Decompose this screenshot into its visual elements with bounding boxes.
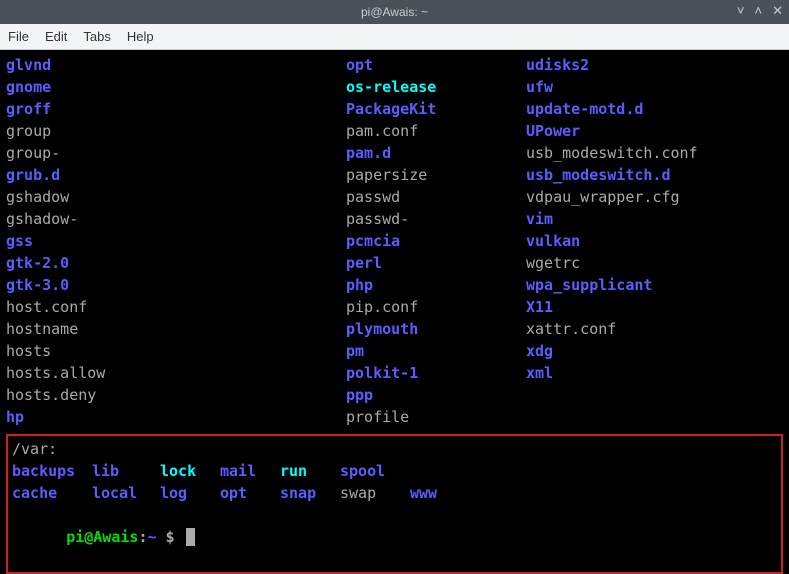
window-title-bar: pi@Awais: ~ ˅ ˄ ✕ [0, 0, 789, 24]
ls-entry: xattr.conf [526, 318, 783, 340]
ls-entry: gshadow- [6, 208, 346, 230]
ls-entry: plymouth [346, 318, 526, 340]
ls-entry [526, 406, 783, 428]
var-entry: www [410, 482, 437, 504]
menu-help[interactable]: Help [127, 29, 154, 44]
ls-entry: glvnd [6, 54, 346, 76]
ls-entry: pip.conf [346, 296, 526, 318]
ls-entry: polkit-1 [346, 362, 526, 384]
var-row-2: cachelocallogoptsnapswapwww [12, 482, 777, 504]
ls-entry: group [6, 120, 346, 142]
maximize-icon[interactable]: ˄ [755, 3, 763, 19]
var-entry: cache [12, 482, 92, 504]
window-title: pi@Awais: ~ [361, 5, 428, 19]
ls-entry: perl [346, 252, 526, 274]
var-entry: local [92, 482, 160, 504]
var-entry: snap [280, 482, 340, 504]
var-entry: run [280, 460, 340, 482]
menu-bar: File Edit Tabs Help [0, 24, 789, 50]
var-highlight-box: /var: backupsliblockmailrunspool cachelo… [6, 434, 783, 574]
ls-entry: udisks2 [526, 54, 783, 76]
ls-entry: wgetrc [526, 252, 783, 274]
ls-entry: hostname [6, 318, 346, 340]
var-entry: swap [340, 482, 410, 504]
ls-entry: group- [6, 142, 346, 164]
terminal-output[interactable]: glvndoptudisks2gnomeos-releaseufwgroffPa… [0, 50, 789, 550]
prompt-path: ~ [147, 528, 156, 546]
ls-entry: os-release [346, 76, 526, 98]
ls-entry: gss [6, 230, 346, 252]
ls-entry: papersize [346, 164, 526, 186]
var-entry: lock [160, 460, 220, 482]
ls-entry: pam.conf [346, 120, 526, 142]
ls-entry: opt [346, 54, 526, 76]
ls-entry: profile [346, 406, 526, 428]
ls-entry: vim [526, 208, 783, 230]
ls-entry: pam.d [346, 142, 526, 164]
ls-entry: wpa_supplicant [526, 274, 783, 296]
ls-entry: ufw [526, 76, 783, 98]
ls-entry: hosts.deny [6, 384, 346, 406]
ls-entry: hosts [6, 340, 346, 362]
var-entry: mail [220, 460, 280, 482]
ls-entry: usb_modeswitch.d [526, 164, 783, 186]
ls-entry: usb_modeswitch.conf [526, 142, 783, 164]
ls-entry: hp [6, 406, 346, 428]
var-entry: spool [340, 460, 410, 482]
window-controls: ˅ ˄ ✕ [737, 3, 783, 19]
prompt-user: pi@Awais [66, 528, 138, 546]
ls-entry: UPower [526, 120, 783, 142]
ls-entry: hosts.allow [6, 362, 346, 384]
prompt-dollar: $ [157, 528, 184, 546]
ls-entry: xml [526, 362, 783, 384]
ls-entry: PackageKit [346, 98, 526, 120]
var-header: /var: [12, 438, 777, 460]
ls-entry: gshadow [6, 186, 346, 208]
var-entry: opt [220, 482, 280, 504]
ls-entry: pm [346, 340, 526, 362]
ls-entry: passwd- [346, 208, 526, 230]
var-row-1: backupsliblockmailrunspool [12, 460, 777, 482]
ls-entry: gtk-3.0 [6, 274, 346, 296]
ls-entry: ppp [346, 384, 526, 406]
var-entry: backups [12, 460, 92, 482]
ls-entry: pcmcia [346, 230, 526, 252]
var-entry: lib [92, 460, 160, 482]
ls-entry: host.conf [6, 296, 346, 318]
ls-listing: glvndoptudisks2 gnomeos-releaseufw groffPa… [6, 54, 783, 428]
cursor-icon [186, 528, 195, 546]
close-icon[interactable]: ✕ [772, 3, 783, 19]
ls-entry: update-motd.d [526, 98, 783, 120]
minimize-icon[interactable]: ˅ [737, 3, 745, 19]
menu-edit[interactable]: Edit [45, 29, 67, 44]
ls-entry: X11 [526, 296, 783, 318]
ls-entry: grub.d [6, 164, 346, 186]
ls-entry: gtk-2.0 [6, 252, 346, 274]
ls-entry: passwd [346, 186, 526, 208]
ls-entry: vulkan [526, 230, 783, 252]
var-entry: log [160, 482, 220, 504]
menu-file[interactable]: File [8, 29, 29, 44]
ls-entry: groff [6, 98, 346, 120]
menu-tabs[interactable]: Tabs [83, 29, 110, 44]
ls-entry: vdpau_wrapper.cfg [526, 186, 783, 208]
ls-entry [526, 384, 783, 406]
ls-entry: gnome [6, 76, 346, 98]
ls-entry: xdg [526, 340, 783, 362]
ls-entry: php [346, 274, 526, 296]
prompt-line: pi@Awais:~ $ [12, 504, 777, 570]
